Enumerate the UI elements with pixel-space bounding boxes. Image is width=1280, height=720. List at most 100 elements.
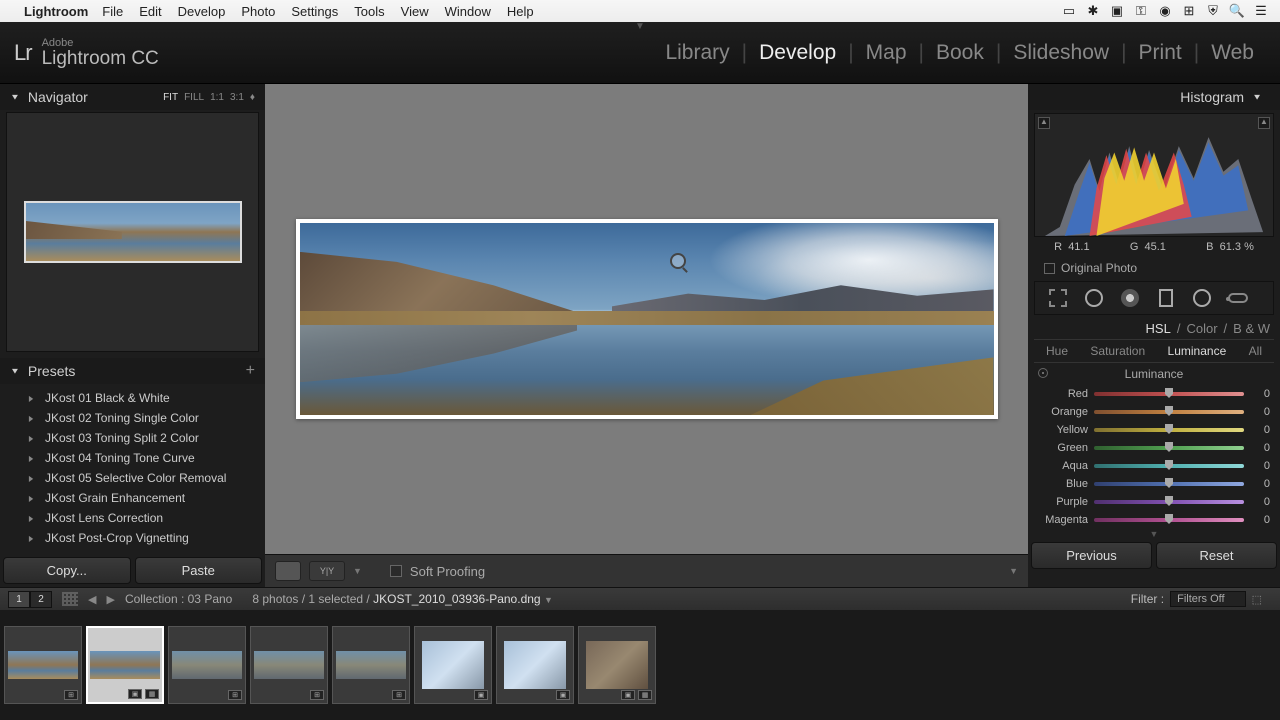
filmstrip-thumb[interactable]: ▣ [496,626,574,704]
slider-thumb[interactable] [1165,388,1173,398]
slider-value[interactable]: 0 [1252,388,1270,400]
slider-value[interactable]: 0 [1252,514,1270,526]
slider-track[interactable] [1094,464,1244,468]
original-photo-checkbox[interactable] [1044,263,1055,274]
tab-print[interactable]: Print [1127,41,1194,65]
histogram[interactable] [1034,113,1274,237]
add-preset-icon[interactable]: + [246,362,255,380]
slider-value[interactable]: 0 [1252,406,1270,418]
zoom-stepper-icon[interactable]: ♦ [250,92,255,103]
paste-button[interactable]: Paste [135,557,263,584]
soft-proofing-checkbox[interactable] [390,565,402,577]
tab-map[interactable]: Map [854,41,919,65]
preset-item[interactable]: JKost Grain Enhancement [0,488,265,508]
menu-view[interactable]: View [401,4,429,19]
presets-header[interactable]: ▼ Presets + [0,358,265,384]
slider-value[interactable]: 0 [1252,442,1270,454]
menu-window[interactable]: Window [445,4,491,19]
monitor-1[interactable]: 1 [8,591,30,608]
image-canvas[interactable] [265,84,1028,554]
menubar-app-name[interactable]: Lightroom [24,4,88,19]
search-icon[interactable]: 🔍 [1228,3,1246,19]
slider-value[interactable]: 0 [1252,460,1270,472]
display-icon[interactable]: ▭ [1060,3,1078,19]
zoom-fit[interactable]: FIT [163,92,178,103]
filmstrip[interactable]: ⊞ ▦▣ ⊞ ⊞ ⊞ ▣ ▣ ▦▣ [0,610,1280,720]
preset-item[interactable]: JKost 01 Black & White [0,388,265,408]
slider-track[interactable] [1094,428,1244,432]
before-after-button[interactable]: Y|Y [309,561,345,581]
subtab-luminance[interactable]: Luminance [1164,344,1231,358]
filmstrip-thumb[interactable]: ⊞ [332,626,410,704]
slider-value[interactable]: 0 [1252,424,1270,436]
navigator-thumb[interactable] [24,201,242,263]
slider-track[interactable] [1094,392,1244,396]
histogram-header[interactable]: Histogram ▼ [1028,84,1280,110]
subtab-saturation[interactable]: Saturation [1086,344,1149,358]
slider-thumb[interactable] [1165,478,1173,488]
chevron-down-icon[interactable]: ▼ [353,566,362,576]
tab-web[interactable]: Web [1199,41,1266,65]
chevron-down-icon[interactable]: ▼ [544,595,553,605]
slider-thumb[interactable] [1165,460,1173,470]
previous-button[interactable]: Previous [1031,542,1152,569]
adjustment-brush-tool[interactable] [1225,285,1251,311]
menu-photo[interactable]: Photo [241,4,275,19]
zoom-1-1[interactable]: 1:1 [210,92,224,103]
color-tab[interactable]: Color [1186,321,1217,336]
filmstrip-thumb[interactable]: ▦▣ [86,626,164,704]
menu-develop[interactable]: Develop [178,4,226,19]
graduated-filter-tool[interactable] [1153,285,1179,311]
eye-icon[interactable]: ◉ [1156,3,1174,19]
menu-tools[interactable]: Tools [354,4,384,19]
tab-slideshow[interactable]: Slideshow [1001,41,1121,65]
menu-icon[interactable]: ☰ [1252,3,1270,19]
nav-back-icon[interactable]: ◀ [88,593,96,606]
evernote-icon[interactable]: ✱ [1084,3,1102,19]
toolbar-menu-icon[interactable]: ▼ [1009,566,1018,576]
navigator-header[interactable]: ▼ Navigator FIT FILL 1:1 3:1 ♦ [0,84,265,110]
preset-item[interactable]: JKost Post-Crop Vignetting [0,528,265,548]
monitor-2[interactable]: 2 [30,591,52,608]
nav-forward-icon[interactable]: ▶ [106,593,114,606]
subtab-hue[interactable]: Hue [1042,344,1072,358]
slider-thumb[interactable] [1165,442,1173,452]
filmstrip-thumb[interactable]: ⊞ [4,626,82,704]
spot-removal-tool[interactable] [1081,285,1107,311]
subtab-all[interactable]: All [1245,344,1266,358]
filmstrip-thumb[interactable]: ▦▣ [578,626,656,704]
filmstrip-thumb[interactable]: ⊞ [250,626,328,704]
preset-item[interactable]: JKost 02 Toning Single Color [0,408,265,428]
crop-tool[interactable] [1045,285,1071,311]
slider-track[interactable] [1094,500,1244,504]
menu-settings[interactable]: Settings [291,4,338,19]
hsl-tab[interactable]: HSL [1146,321,1171,336]
redeye-tool[interactable] [1117,285,1143,311]
slider-thumb[interactable] [1165,496,1173,506]
preset-item[interactable]: JKost 04 Toning Tone Curve [0,448,265,468]
copy-button[interactable]: Copy... [3,557,131,584]
camera-icon[interactable]: ▣ [1108,3,1126,19]
filmstrip-thumb[interactable]: ▣ [414,626,492,704]
bw-tab[interactable]: B & W [1233,321,1270,336]
reset-button[interactable]: Reset [1156,542,1277,569]
slider-track[interactable] [1094,410,1244,414]
slider-track[interactable] [1094,518,1244,522]
preset-item[interactable]: JKost 03 Toning Split 2 Color [0,428,265,448]
tab-develop[interactable]: Develop [747,41,848,65]
key-icon[interactable]: ⚿ [1132,3,1150,19]
slider-thumb[interactable] [1165,514,1173,524]
navigator-preview[interactable] [6,112,259,352]
panel-expand-icon[interactable]: ▼ [1028,529,1280,539]
zoom-fill[interactable]: FILL [184,92,204,103]
grid-icon[interactable]: ⊞ [1180,3,1198,19]
zoom-3-1[interactable]: 3:1 [230,92,244,103]
filename-label[interactable]: JKOST_2010_03936-Pano.dng [373,592,540,606]
menu-file[interactable]: File [102,4,123,19]
tab-book[interactable]: Book [924,41,996,65]
tab-library[interactable]: Library [653,41,741,65]
clipping-shadows-icon[interactable] [1038,117,1050,129]
menu-edit[interactable]: Edit [139,4,161,19]
filter-lock-icon[interactable]: ⬚ [1252,593,1262,606]
shield-icon[interactable]: ⛨ [1204,3,1222,19]
